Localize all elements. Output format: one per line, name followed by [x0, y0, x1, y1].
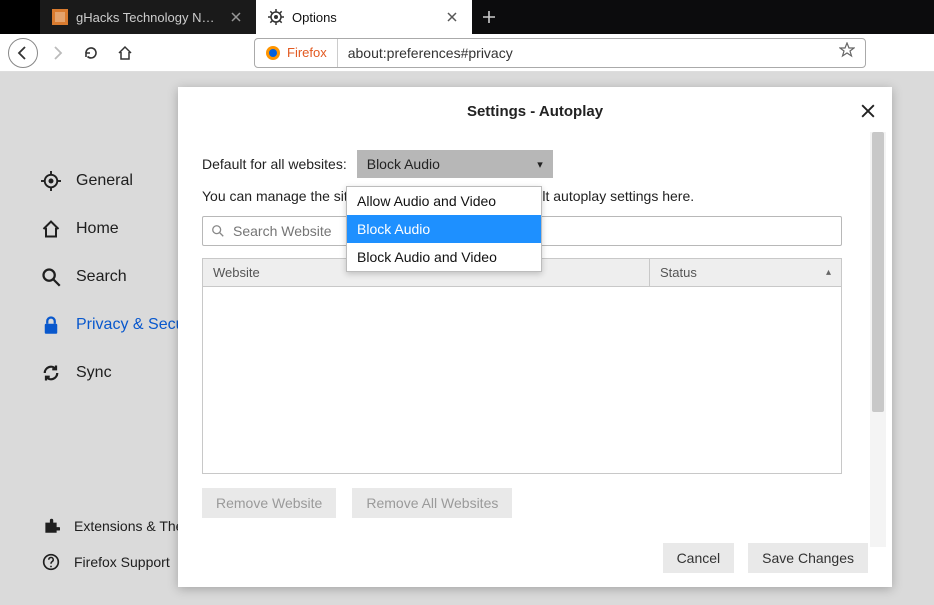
back-button[interactable]: [8, 38, 38, 68]
reload-button[interactable]: [76, 38, 106, 68]
remove-buttons: Remove Website Remove All Websites: [202, 488, 868, 518]
url-text[interactable]: about:preferences#privacy: [338, 45, 829, 61]
autoplay-settings-dialog: Settings - Autoplay Default for all webs…: [178, 87, 892, 587]
navbar: Firefox about:preferences#privacy: [0, 34, 934, 72]
close-icon[interactable]: [444, 9, 460, 25]
dialog-footer-buttons: Cancel Save Changes: [663, 543, 868, 573]
default-select[interactable]: Block Audio ▾: [357, 150, 553, 178]
default-row: Default for all websites: Block Audio ▾: [202, 150, 868, 178]
dropdown-option-block-av[interactable]: Block Audio and Video: [347, 243, 541, 271]
tab-label: Options: [292, 10, 436, 25]
firefox-icon: [265, 45, 281, 61]
bookmark-star-icon[interactable]: [829, 42, 865, 63]
scrollbar-thumb[interactable]: [872, 132, 884, 412]
dropdown-option-block-audio[interactable]: Block Audio: [347, 215, 541, 243]
dialog-title-text: Settings - Autoplay: [467, 103, 603, 120]
new-tab-button[interactable]: [472, 0, 506, 34]
close-icon[interactable]: [228, 9, 244, 25]
identity-box[interactable]: Firefox: [255, 39, 338, 67]
remove-all-websites-button[interactable]: Remove All Websites: [352, 488, 512, 518]
search-icon: [211, 224, 225, 238]
tab-strip: gHacks Technology News Options: [0, 0, 934, 34]
cancel-button[interactable]: Cancel: [663, 543, 735, 573]
tab-label: gHacks Technology News: [76, 10, 220, 25]
dropdown-option-allow[interactable]: Allow Audio and Video: [347, 187, 541, 215]
col-status[interactable]: Status ▴: [649, 259, 841, 286]
window-corner: [0, 0, 40, 34]
chevron-down-icon: ▾: [537, 158, 543, 171]
ghacks-favicon: [52, 9, 68, 25]
sort-caret-icon: ▴: [826, 267, 831, 278]
remove-website-button[interactable]: Remove Website: [202, 488, 336, 518]
home-button[interactable]: [110, 38, 140, 68]
tab-options[interactable]: Options: [256, 0, 472, 34]
save-changes-button[interactable]: Save Changes: [748, 543, 868, 573]
forward-button[interactable]: [42, 38, 72, 68]
select-value: Block Audio: [367, 156, 440, 172]
tab-ghacks[interactable]: gHacks Technology News: [40, 0, 256, 34]
url-bar[interactable]: Firefox about:preferences#privacy: [254, 38, 866, 68]
identity-label: Firefox: [287, 45, 327, 60]
gear-icon: [268, 9, 284, 25]
dialog-title: Settings - Autoplay: [178, 87, 892, 132]
dialog-scrollbar[interactable]: [870, 132, 886, 547]
default-label: Default for all websites:: [202, 156, 347, 172]
default-select-dropdown[interactable]: Allow Audio and Video Block Audio Block …: [346, 186, 542, 272]
close-button[interactable]: [856, 99, 880, 123]
website-table: Website Status ▴: [202, 258, 842, 474]
